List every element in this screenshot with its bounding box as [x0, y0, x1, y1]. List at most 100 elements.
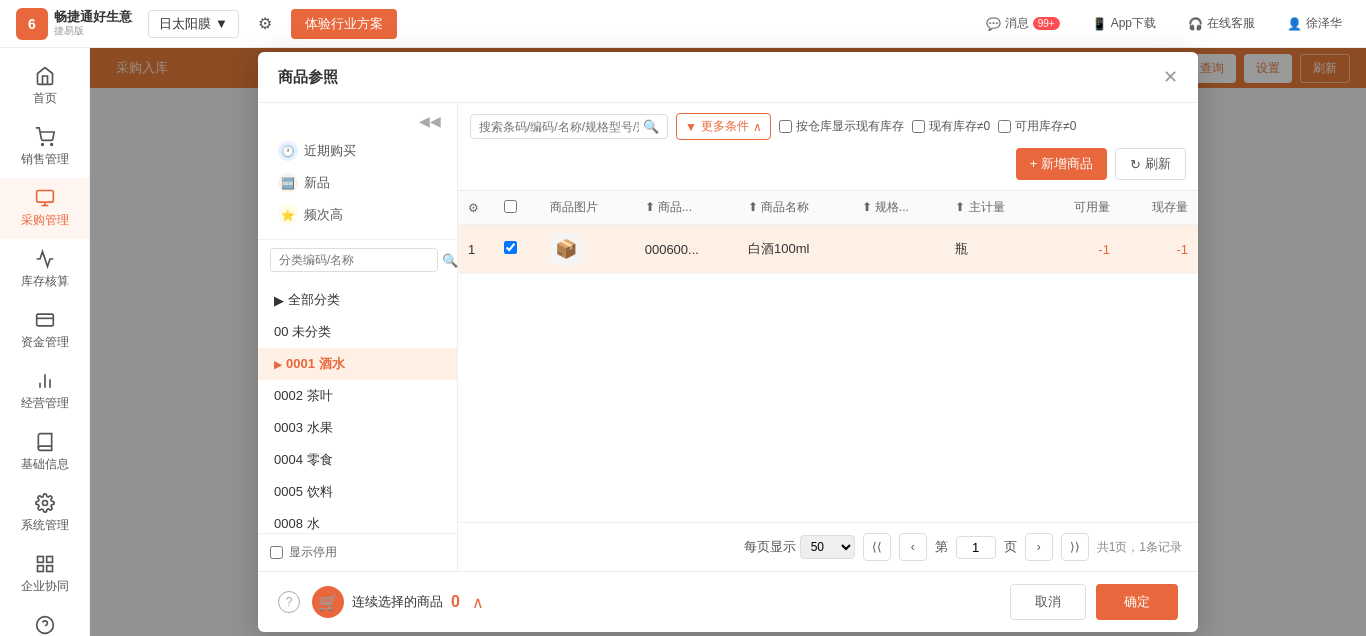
right-panel: 🔍 ▼ 更多条件 ∧ 按仓库显示现有库存	[458, 103, 1198, 571]
sidebar-item-sales[interactable]: 销售管理	[0, 117, 89, 178]
sidebar-item-home[interactable]: 首页	[0, 56, 89, 117]
usable-filter[interactable]: 可用库存≠0	[998, 118, 1076, 135]
cart-icon[interactable]: 🛒	[312, 586, 344, 618]
user-avatar[interactable]: 👤 徐泽华	[1279, 11, 1350, 36]
cat-0008[interactable]: 0008 水	[258, 508, 457, 533]
has-stock-filter[interactable]: 现有库存≠0	[912, 118, 990, 135]
more-filter-btn[interactable]: ▼ 更多条件 ∧	[676, 113, 771, 140]
sidebar-item-operation[interactable]: 经营管理	[0, 361, 89, 422]
footer-btns: 取消 确定	[1010, 584, 1178, 620]
logo-area: 6 畅捷通好生意 捷易版	[16, 8, 136, 40]
cat-search-icon[interactable]: 🔍	[442, 253, 458, 268]
search-icon[interactable]: 🔍	[643, 119, 659, 134]
cart-label: 连续选择的商品	[352, 593, 443, 611]
cell-checkbox[interactable]	[494, 225, 540, 274]
add-product-btn[interactable]: + 新增商品	[1016, 148, 1107, 180]
th-code[interactable]: ⬆ 商品...	[635, 191, 738, 225]
refresh-btn[interactable]: ↻ 刷新	[1115, 148, 1186, 180]
collapse-left-btn[interactable]: ◀◀	[415, 111, 445, 131]
recent-icon: 🕐	[278, 141, 298, 161]
th-image: 商品图片	[540, 191, 635, 225]
cat-0002[interactable]: 0002 茶叶	[258, 380, 457, 412]
main-layout: 首页 销售管理 采购管理 库存核算 资金管理 经营管理 基础信息 系统管理	[0, 48, 1366, 636]
left-panel: ◀◀ 🕐 近期购买 🆕 新品 ⭐	[258, 103, 458, 571]
modal-footer: ? 🛒 连续选择的商品 0 ∧ 取消 确定	[258, 571, 1198, 632]
cat-0005[interactable]: 0005 饮料	[258, 476, 457, 508]
th-checkbox	[494, 191, 540, 225]
service-btn[interactable]: 🎧 在线客服	[1180, 11, 1263, 36]
by-warehouse-filter[interactable]: 按仓库显示现有库存	[779, 118, 904, 135]
cart-count: 0	[451, 593, 460, 611]
by-warehouse-checkbox[interactable]	[779, 120, 792, 133]
page-number-input[interactable]	[956, 536, 996, 559]
filter-freq[interactable]: ⭐ 频次高	[270, 199, 445, 231]
sidebar-item-system[interactable]: 系统管理	[0, 483, 89, 544]
has-stock-checkbox[interactable]	[912, 120, 925, 133]
cell-usable: -1	[1042, 225, 1120, 274]
sidebar-item-basic[interactable]: 基础信息	[0, 422, 89, 483]
display-disabled-checkbox[interactable]	[270, 546, 283, 559]
select-all-checkbox[interactable]	[504, 200, 517, 213]
modal-close-btn[interactable]: ✕	[1163, 66, 1178, 88]
cancel-btn[interactable]: 取消	[1010, 584, 1086, 620]
table-header-row: ⚙ 商品图片	[458, 191, 1198, 225]
msg-badge: 99+	[1033, 17, 1060, 30]
cell-image: 📦	[540, 225, 635, 274]
first-page-btn[interactable]: ⟨⟨	[863, 533, 891, 561]
cell-stock: -1	[1120, 225, 1198, 274]
app-download-btn[interactable]: 📱 App下载	[1084, 11, 1164, 36]
product-table: ⚙ 商品图片	[458, 191, 1198, 274]
settings-icon[interactable]: ⚙	[251, 10, 279, 38]
confirm-btn[interactable]: 确定	[1096, 584, 1178, 620]
col-settings-icon[interactable]: ⚙	[468, 201, 479, 215]
filter-new[interactable]: 🆕 新品	[270, 167, 445, 199]
top-nav: 6 畅捷通好生意 捷易版 日太阳膜 ▼ ⚙ 体验行业方案 💬 消息 99+ 📱 …	[0, 0, 1366, 48]
svg-rect-5	[36, 314, 53, 326]
product-search-input[interactable]	[479, 120, 639, 134]
sidebar-item-purchase[interactable]: 采购管理	[0, 178, 89, 239]
modal-header: 商品参照 ✕	[258, 52, 1198, 103]
last-page-btn[interactable]: ⟩⟩	[1061, 533, 1089, 561]
help-icon[interactable]: ?	[278, 591, 300, 613]
content-area: 采购入库 查询 设置 刷新 商品参照 ✕	[90, 48, 1366, 636]
cat-0001[interactable]: ▶ 0001 酒水	[258, 348, 457, 380]
cell-unit: 瓶	[945, 225, 1042, 274]
svg-rect-12	[46, 557, 52, 563]
sidebar: 首页 销售管理 采购管理 库存核算 资金管理 经营管理 基础信息 系统管理	[0, 48, 90, 636]
new-icon: 🆕	[278, 173, 298, 193]
th-settings: ⚙	[458, 191, 494, 225]
trial-btn[interactable]: 体验行业方案	[291, 9, 397, 39]
cat-all[interactable]: ▶ 全部分类	[258, 284, 457, 316]
svg-rect-2	[36, 191, 53, 203]
footer-collapse-btn[interactable]: ∧	[472, 593, 484, 612]
svg-rect-14	[37, 566, 43, 572]
message-btn[interactable]: 💬 消息 99+	[978, 11, 1068, 36]
usable-checkbox[interactable]	[998, 120, 1011, 133]
modal-overlay: 商品参照 ✕ ◀◀ 🕐	[90, 48, 1366, 636]
product-thumb: 📦	[550, 233, 582, 265]
toolbar: 🔍 ▼ 更多条件 ∧ 按仓库显示现有库存	[458, 103, 1198, 191]
th-stock: 现存量	[1120, 191, 1198, 225]
cat-0003[interactable]: 0003 水果	[258, 412, 457, 444]
next-page-btn[interactable]: ›	[1025, 533, 1053, 561]
table-row[interactable]: 1 📦 000600... 白酒100ml 瓶 -1 -1	[458, 225, 1198, 274]
sidebar-item-enterprise[interactable]: 企业协同	[0, 544, 89, 605]
cat-search-input[interactable]	[270, 248, 438, 272]
cart-area: 🛒 连续选择的商品 0	[312, 586, 460, 618]
per-page-dropdown[interactable]: 20 50 100	[800, 535, 855, 559]
sidebar-item-guide[interactable]: 新手引导	[0, 605, 89, 636]
th-name[interactable]: ⬆ 商品名称	[738, 191, 851, 225]
th-spec[interactable]: ⬆ 规格...	[852, 191, 946, 225]
filter-recent[interactable]: 🕐 近期购买	[270, 135, 445, 167]
sidebar-item-stock[interactable]: 库存核算	[0, 239, 89, 300]
logo-sub: 捷易版	[54, 24, 132, 38]
store-select[interactable]: 日太阳膜 ▼	[148, 10, 239, 38]
cat-0004[interactable]: 0004 零食	[258, 444, 457, 476]
logo-text: 畅捷通好生意	[54, 9, 132, 25]
pagination: 每页显示 20 50 100 ⟨⟨ ‹ 第 页	[458, 522, 1198, 571]
sidebar-item-finance[interactable]: 资金管理	[0, 300, 89, 361]
prev-page-btn[interactable]: ‹	[899, 533, 927, 561]
cat-00[interactable]: 00 未分类	[258, 316, 457, 348]
svg-rect-13	[46, 566, 52, 572]
th-unit[interactable]: ⬆ 主计量	[945, 191, 1042, 225]
